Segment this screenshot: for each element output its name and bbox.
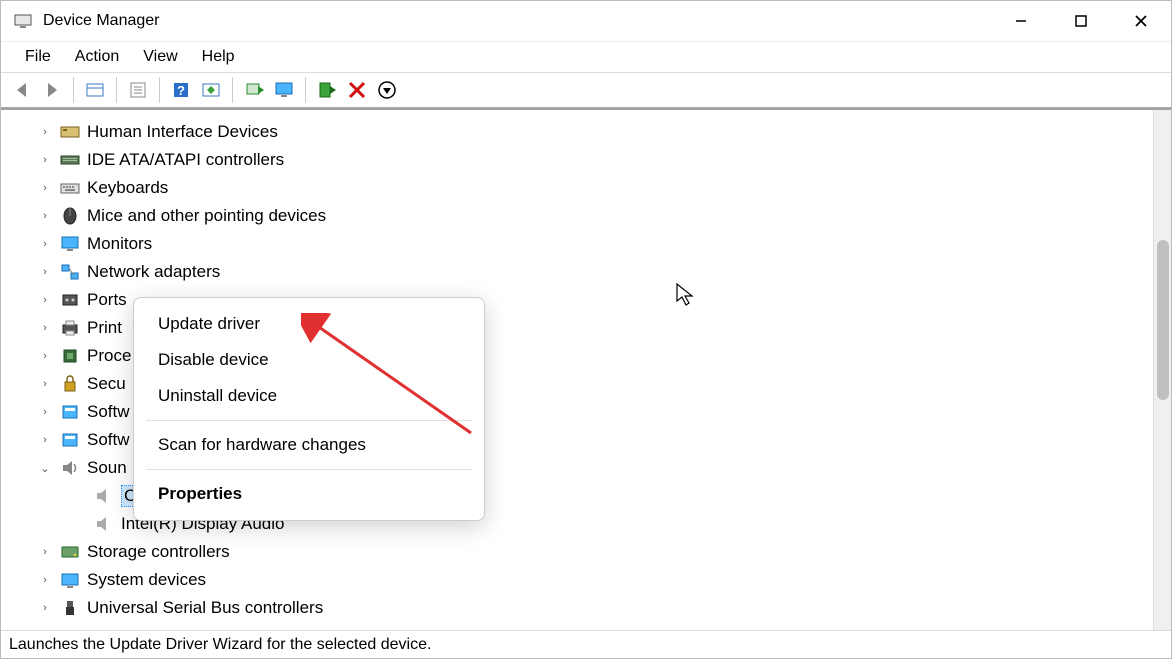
device-manager-window: Device Manager File Action View Help ?	[0, 0, 1172, 659]
tree-item-hid[interactable]: ›Human Interface Devices	[37, 118, 1153, 146]
show-hidden-icon[interactable]	[82, 77, 108, 103]
chevron-right-icon[interactable]: ›	[37, 182, 53, 194]
speaker-icon	[93, 485, 115, 507]
tree-item-network[interactable]: ›Network adapters	[37, 258, 1153, 286]
network-icon	[59, 261, 81, 283]
monitor-icon	[59, 233, 81, 255]
chevron-right-icon[interactable]: ›	[37, 266, 53, 278]
chevron-right-icon[interactable]: ›	[37, 434, 53, 446]
window-title: Device Manager	[43, 12, 160, 30]
minimize-button[interactable]	[991, 1, 1051, 41]
menu-action[interactable]: Action	[63, 48, 131, 66]
monitor-icon[interactable]	[271, 77, 297, 103]
update-driver-icon[interactable]	[241, 77, 267, 103]
toolbar: ?	[1, 73, 1171, 109]
context-disable-device[interactable]: Disable device	[134, 342, 484, 378]
tree-item-ide[interactable]: ›IDE ATA/ATAPI controllers	[37, 146, 1153, 174]
chevron-right-icon[interactable]: ›	[37, 574, 53, 586]
down-arrow-icon[interactable]	[374, 77, 400, 103]
chevron-right-icon[interactable]: ›	[37, 378, 53, 390]
menu-help[interactable]: Help	[190, 48, 247, 66]
titlebar[interactable]: Device Manager	[1, 1, 1171, 41]
separator	[305, 77, 306, 103]
chevron-right-icon[interactable]: ›	[37, 322, 53, 334]
software-icon	[59, 401, 81, 423]
separator	[232, 77, 233, 103]
separator	[73, 77, 74, 103]
chevron-right-icon[interactable]: ›	[37, 294, 53, 306]
chevron-right-icon[interactable]: ›	[37, 126, 53, 138]
properties-icon[interactable]	[125, 77, 151, 103]
svg-text:?: ?	[177, 83, 185, 98]
mouse-icon	[59, 205, 81, 227]
tree-item-mice[interactable]: ›Mice and other pointing devices	[37, 202, 1153, 230]
chevron-right-icon[interactable]: ›	[37, 546, 53, 558]
tree-item-system[interactable]: ›System devices	[37, 566, 1153, 594]
keyboard-icon	[59, 177, 81, 199]
help-icon[interactable]: ?	[168, 77, 194, 103]
ports-icon	[59, 289, 81, 311]
security-icon	[59, 373, 81, 395]
forward-icon[interactable]	[39, 77, 65, 103]
chevron-right-icon[interactable]: ›	[37, 602, 53, 614]
menu-file[interactable]: File	[13, 48, 63, 66]
context-update-driver[interactable]: Update driver	[134, 306, 484, 342]
context-scan-hardware[interactable]: Scan for hardware changes	[134, 427, 484, 463]
scan-icon[interactable]	[198, 77, 224, 103]
statusbar: Launches the Update Driver Wizard for th…	[1, 630, 1171, 658]
chevron-down-icon[interactable]: ⌄	[37, 462, 53, 475]
maximize-button[interactable]	[1051, 1, 1111, 41]
processor-icon	[59, 345, 81, 367]
hid-icon	[59, 121, 81, 143]
ide-icon	[59, 149, 81, 171]
menu-view[interactable]: View	[131, 48, 189, 66]
enable-device-icon[interactable]	[314, 77, 340, 103]
tree-item-usb[interactable]: ›Universal Serial Bus controllers	[37, 594, 1153, 622]
device-manager-icon	[13, 11, 33, 31]
context-menu: Update driver Disable device Uninstall d…	[133, 297, 485, 521]
speaker-icon	[93, 513, 115, 535]
context-properties[interactable]: Properties	[134, 476, 484, 512]
separator	[159, 77, 160, 103]
chevron-right-icon[interactable]: ›	[37, 210, 53, 222]
tree-item-storage[interactable]: ›Storage controllers	[37, 538, 1153, 566]
separator	[116, 77, 117, 103]
separator	[146, 420, 472, 421]
chevron-right-icon[interactable]: ›	[37, 154, 53, 166]
chevron-right-icon[interactable]: ›	[37, 350, 53, 362]
printer-icon	[59, 317, 81, 339]
sound-icon	[59, 457, 81, 479]
system-icon	[59, 569, 81, 591]
usb-icon	[59, 597, 81, 619]
chevron-right-icon[interactable]: ›	[37, 238, 53, 250]
context-uninstall-device[interactable]: Uninstall device	[134, 378, 484, 414]
back-icon[interactable]	[9, 77, 35, 103]
separator	[146, 469, 472, 470]
vertical-scrollbar[interactable]	[1153, 110, 1171, 630]
storage-icon	[59, 541, 81, 563]
scrollbar-thumb[interactable]	[1157, 240, 1169, 400]
statusbar-text: Launches the Update Driver Wizard for th…	[9, 636, 431, 654]
software-icon	[59, 429, 81, 451]
window-controls	[991, 1, 1171, 41]
chevron-right-icon[interactable]: ›	[37, 406, 53, 418]
menubar: File Action View Help	[1, 41, 1171, 73]
uninstall-icon[interactable]	[344, 77, 370, 103]
tree-item-keyboards[interactable]: ›Keyboards	[37, 174, 1153, 202]
close-button[interactable]	[1111, 1, 1171, 41]
tree-item-monitors[interactable]: ›Monitors	[37, 230, 1153, 258]
